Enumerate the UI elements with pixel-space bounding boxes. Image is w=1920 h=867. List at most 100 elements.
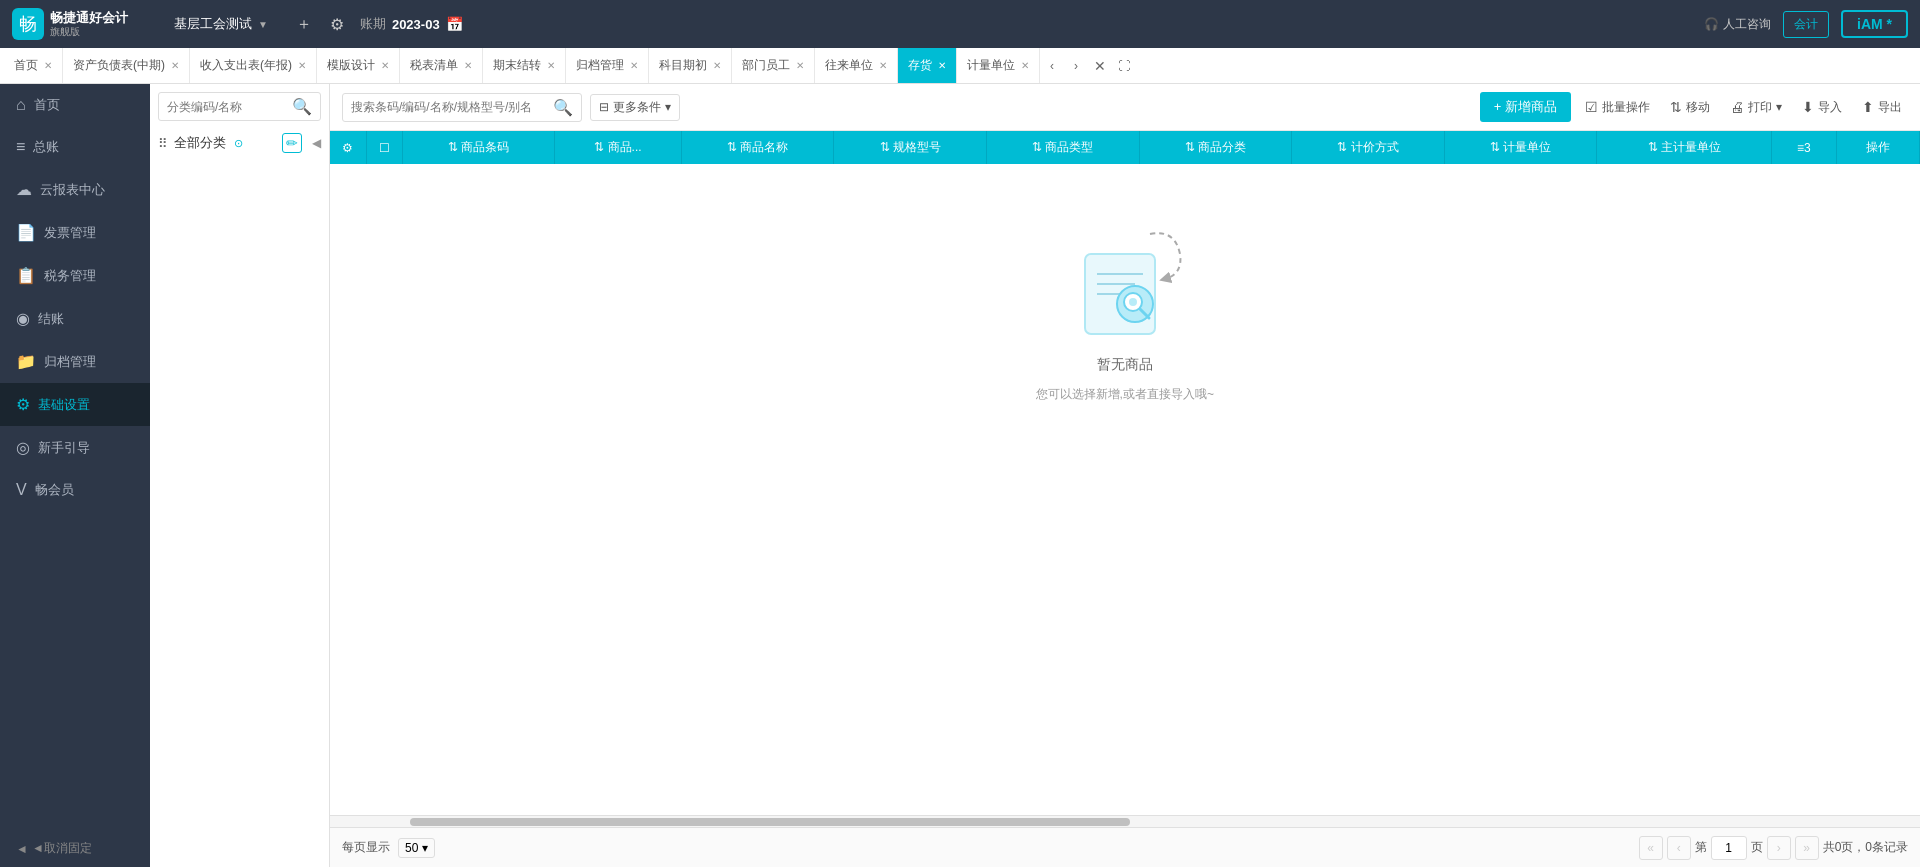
settings-icon[interactable]: ⚙ [326,11,348,38]
products-toolbar: 🔍 ⊟ 更多条件 ▾ + 新增商品 ☑ 批量操作 ⇅ [330,84,1920,131]
page-size-selector[interactable]: 50 ▾ [398,838,435,858]
home-icon: ⌂ [16,96,26,114]
empty-state: 暂无商品 您可以选择新增,或者直接导入哦~ [330,164,1920,463]
batch-icon: ☑ [1585,99,1598,115]
th-checkbox[interactable]: ☐ [366,131,402,164]
tab-close-counter[interactable]: ✕ [879,60,887,71]
collapse-panel-button[interactable]: ◀ [312,136,321,150]
tab-close-all-button[interactable]: ✕ [1088,48,1112,84]
scrollbar-thumb[interactable] [410,818,1130,826]
move-button[interactable]: ⇅ 移动 [1664,95,1716,120]
horizontal-scrollbar[interactable] [330,815,1920,827]
print-button[interactable]: 🖨 打印 ▾ [1724,95,1788,120]
period-value: 2023-03 [392,17,440,32]
th-config[interactable]: ⚙ [330,131,366,164]
product-search-box[interactable]: 🔍 [342,93,582,122]
sidebar-item-reports[interactable]: ☁ 云报表中心 [0,168,150,211]
export-button[interactable]: ⬆ 导出 [1856,95,1908,120]
move-icon: ⇅ [1670,99,1682,115]
filter-icon: ⊟ [599,100,609,114]
tab-close-balance[interactable]: ✕ [171,60,179,71]
cancel-pin-button[interactable]: ◄ ◄取消固定 [0,830,150,867]
add-tab-icon[interactable]: ＋ [292,10,316,39]
tab-counterpart[interactable]: 往来单位 ✕ [815,48,898,84]
tab-next-button[interactable]: › [1064,48,1088,84]
empty-svg [1065,224,1185,344]
headset-icon: 🎧 [1704,17,1719,31]
sidebar-item-guide[interactable]: ◎ 新手引导 [0,426,150,469]
prev-page-button[interactable]: ‹ [1667,836,1691,860]
tab-expand-button[interactable]: ⛶ [1112,48,1136,84]
main-layout: ⌂ 首页 ≡ 总账 ☁ 云报表中心 📄 发票管理 📋 税务管理 ◉ 结账 📁 归… [0,84,1920,867]
page-navigation: « ‹ 第 页 › » 共0页，0条记录 [1639,836,1908,860]
sidebar-item-invoice[interactable]: 📄 发票管理 [0,211,150,254]
account-button[interactable]: 会计 [1783,11,1829,38]
add-product-button[interactable]: + 新增商品 [1480,92,1571,122]
import-button[interactable]: ⬇ 导入 [1796,95,1848,120]
sidebar-item-ledger[interactable]: ≡ 总账 [0,126,150,168]
next-page-button[interactable]: › [1767,836,1791,860]
tab-subject-init[interactable]: 科目期初 ✕ [649,48,732,84]
period-area: 账期 2023-03 📅 [360,15,463,33]
tab-close-subject[interactable]: ✕ [713,60,721,71]
grid-icon: ⠿ [158,136,168,151]
period-label: 账期 [360,15,386,33]
logo-area: 畅 畅捷通好会计 旗舰版 [12,8,162,40]
tab-home[interactable]: 首页 ✕ [4,48,63,84]
tab-template[interactable]: 模版设计 ✕ [317,48,400,84]
sidebar-item-vip[interactable]: V 畅会员 [0,469,150,511]
page-number-input[interactable] [1711,836,1747,860]
sidebar-item-archive[interactable]: 📁 归档管理 [0,340,150,383]
tab-unit[interactable]: 计量单位 ✕ [957,48,1040,84]
th-barcode: ⇅ 商品条码 [402,131,555,164]
app-version: 旗舰版 [50,26,128,38]
iam-button[interactable]: iAM * [1841,10,1908,38]
category-edit-button[interactable]: ✏ [282,133,302,153]
tab-close-archive[interactable]: ✕ [630,60,638,71]
page-end-label: 页 [1751,839,1763,856]
tab-close-unit[interactable]: ✕ [1021,60,1029,71]
filter-button[interactable]: ⊟ 更多条件 ▾ [590,94,680,121]
tab-tax-list[interactable]: 税表清单 ✕ [400,48,483,84]
tab-close-home[interactable]: ✕ [44,60,52,71]
all-category-label: 全部分类 [174,134,226,152]
th-category: ⇅ 商品分类 [1139,131,1292,164]
category-search-box[interactable]: 🔍 [158,92,321,121]
sidebar: ⌂ 首页 ≡ 总账 ☁ 云报表中心 📄 发票管理 📋 税务管理 ◉ 结账 📁 归… [0,84,150,867]
tab-close-template[interactable]: ✕ [381,60,389,71]
tab-dept-staff[interactable]: 部门员工 ✕ [732,48,815,84]
header-actions: ＋ ⚙ [292,10,348,39]
tab-prev-button[interactable]: ‹ [1040,48,1064,84]
tab-balance-sheet[interactable]: 资产负债表(中期) ✕ [63,48,190,84]
tab-close-inventory[interactable]: ✕ [938,60,946,71]
sidebar-item-home[interactable]: ⌂ 首页 [0,84,150,126]
page-size-value: 50 [405,841,418,855]
consulting-button[interactable]: 🎧 人工咨询 [1704,16,1771,33]
first-page-button[interactable]: « [1639,836,1663,860]
tab-inventory[interactable]: 存货 ✕ [898,48,957,84]
tab-close-dept[interactable]: ✕ [796,60,804,71]
th-unit: ⇅ 计量单位 [1444,131,1597,164]
tab-close-period[interactable]: ✕ [547,60,555,71]
last-page-button[interactable]: » [1795,836,1819,860]
product-search-input[interactable] [351,100,547,114]
table-header-row: ⚙ ☐ ⇅ 商品条码 ⇅ 商品... ⇅ 商品名称 [330,131,1920,164]
sidebar-item-tax[interactable]: 📋 税务管理 [0,254,150,297]
import-icon: ⬇ [1802,99,1814,115]
company-selector[interactable]: 基层工会测试 ▼ [174,15,268,33]
tab-archive[interactable]: 归档管理 ✕ [566,48,649,84]
tab-period-end[interactable]: 期末结转 ✕ [483,48,566,84]
tab-close-income[interactable]: ✕ [298,60,306,71]
category-search-input[interactable] [167,100,288,114]
tab-income[interactable]: 收入支出表(年报) ✕ [190,48,317,84]
calendar-icon[interactable]: 📅 [446,16,463,32]
tab-close-taxlist[interactable]: ✕ [464,60,472,71]
batch-action-button[interactable]: ☑ 批量操作 [1579,95,1656,120]
logo-text: 畅捷通好会计 旗舰版 [50,10,128,38]
sidebar-item-settle[interactable]: ◉ 结账 [0,297,150,340]
th-col3[interactable]: ≡3 [1772,131,1836,164]
logo-icon: 畅 [12,8,44,40]
sidebar-item-basic[interactable]: ⚙ 基础设置 [0,383,150,426]
product-search-icon[interactable]: 🔍 [553,98,573,117]
ledger-icon: ≡ [16,138,25,156]
